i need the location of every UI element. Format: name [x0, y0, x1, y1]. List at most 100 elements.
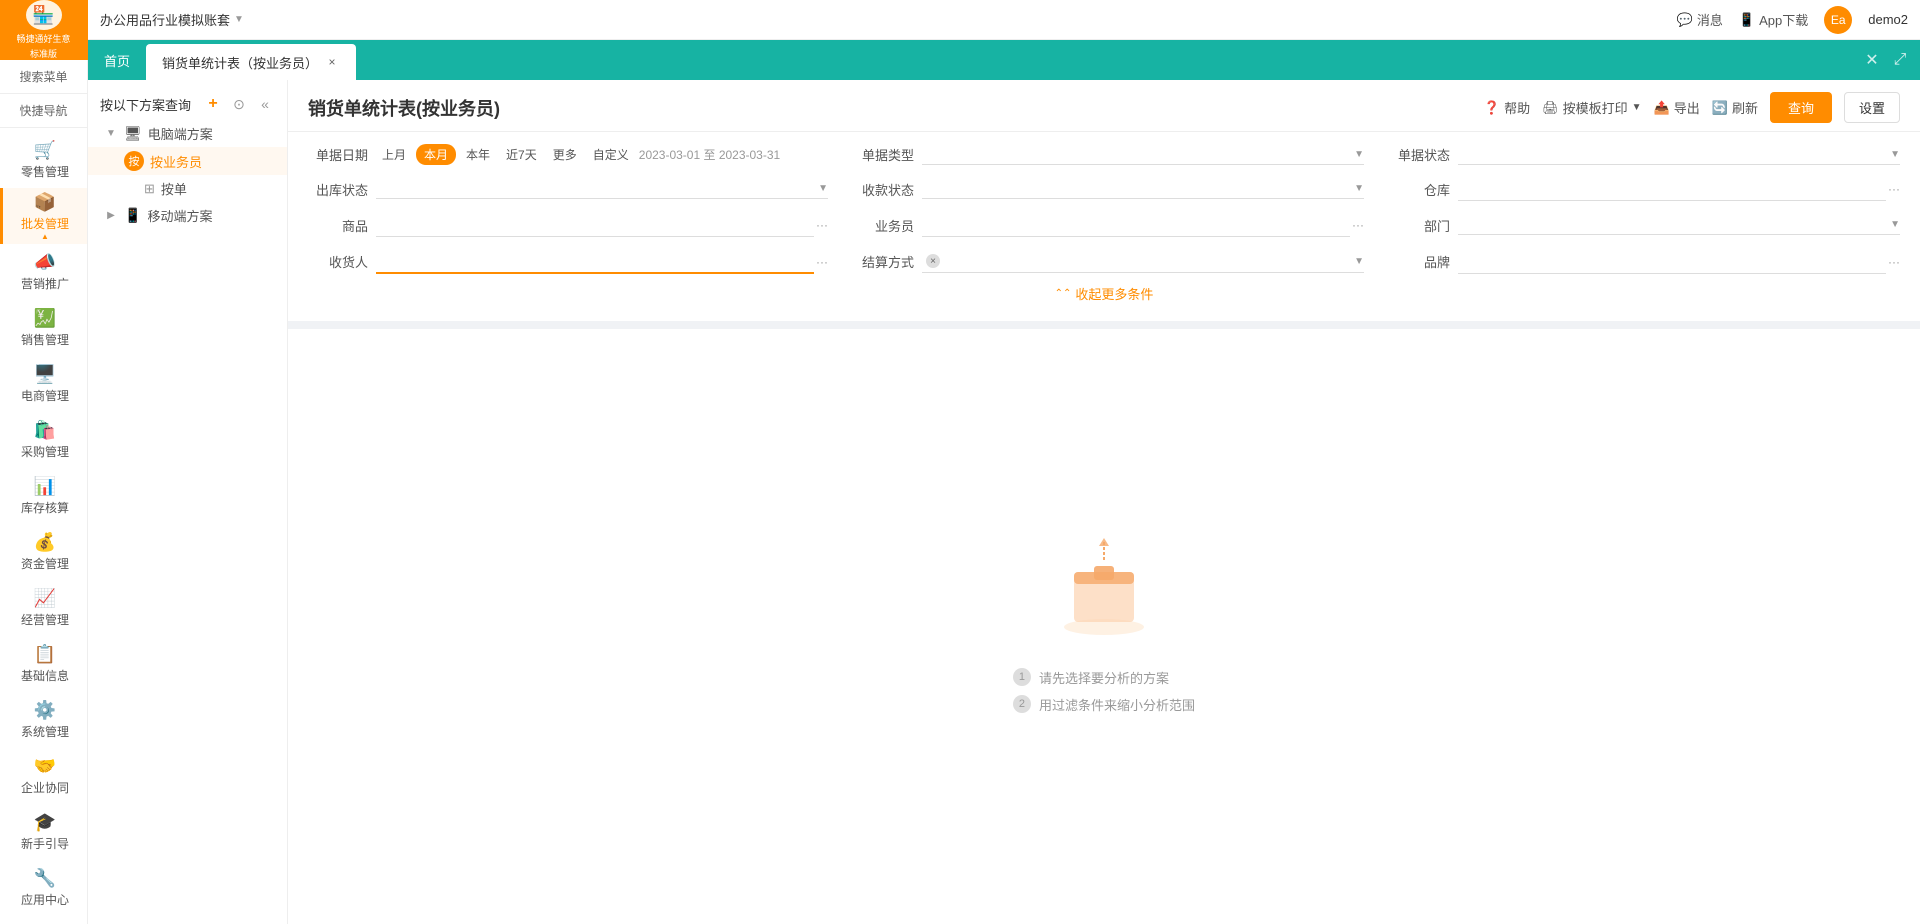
sidebar-item-appstore[interactable]: 🔧 应用中心 — [0, 860, 87, 916]
date-tab-7days[interactable]: 近7天 — [500, 144, 543, 165]
operation-label: 经营管理 — [21, 611, 69, 628]
stock-status-label: 出库状态 — [308, 180, 368, 199]
tab-close-btn[interactable]: × — [324, 54, 340, 70]
order-type-label: 单据类型 — [844, 145, 914, 164]
template-print-btn[interactable]: 🖨 按模板打印 ▼ — [1542, 98, 1641, 117]
main-area: 办公用品行业模拟账套 ▼ 💬 消息 📱 App下载 Ea demo2 首页 销货… — [88, 0, 1920, 924]
sidebar-item-purchase[interactable]: 🛍️ 采购管理 — [0, 412, 87, 468]
app-download-label: App下载 — [1759, 10, 1808, 29]
date-tab-more[interactable]: 更多 — [547, 144, 583, 165]
tree-by-order[interactable]: ⊞ 按单 — [88, 175, 287, 202]
newbie-icon: 🎓 — [34, 812, 56, 833]
collapse-panel-btn[interactable]: « — [255, 94, 275, 114]
edit-scheme-btn[interactable]: ⊙ — [229, 94, 249, 114]
topbar: 办公用品行业模拟账套 ▼ 💬 消息 📱 App下载 Ea demo2 — [88, 0, 1920, 40]
sidebar-item-inventory[interactable]: 📊 库存核算 — [0, 468, 87, 524]
date-tab-last-month[interactable]: 上月 — [376, 144, 412, 165]
avatar[interactable]: Ea — [1824, 6, 1852, 34]
receiver-more-btn[interactable]: ··· — [816, 255, 828, 269]
dropdown-arrow-icon: ▼ — [234, 14, 244, 25]
sidebar-item-ecom[interactable]: 🖥️ 电商管理 — [0, 356, 87, 412]
mobile-expand-icon: ▶ — [104, 209, 118, 223]
brand-more-btn[interactable]: ··· — [1888, 255, 1900, 269]
receiver-input[interactable] — [376, 249, 814, 274]
query-btn[interactable]: 查询 — [1770, 92, 1832, 123]
tree-mobile[interactable]: ▶ 📱 移动端方案 — [88, 202, 287, 229]
export-icon: 📤 — [1654, 100, 1670, 116]
salesperson-input[interactable] — [922, 213, 1350, 237]
collapse-more-btn[interactable]: ⌃⌃ 收起更多条件 — [308, 278, 1900, 309]
salesperson-more-btn[interactable]: ··· — [1352, 218, 1364, 232]
sales-icon: 💹 — [34, 308, 56, 329]
date-tab-custom[interactable]: 自定义 — [587, 144, 635, 165]
account-dropdown[interactable]: 办公用品行业模拟账套 ▼ — [100, 10, 244, 29]
maximize-btn[interactable]: ⤢ — [1888, 48, 1912, 72]
payment-status-dropdown-icon: ▼ — [1354, 183, 1364, 194]
order-status-select[interactable]: ▼ — [1458, 145, 1900, 165]
sidebar-item-marketing[interactable]: 📣 营销推广 — [0, 244, 87, 300]
filter-row-4: 收货人 ··· 结算方式 × ▼ 品牌 — [308, 249, 1900, 274]
tab-home[interactable]: 首页 — [88, 40, 146, 80]
date-tab-this-year[interactable]: 本年 — [460, 144, 496, 165]
sidebar-item-enterprise[interactable]: 🤝 企业协同 — [0, 748, 87, 804]
settlement-field: × ▼ — [922, 250, 1364, 273]
department-dropdown-icon: ▼ — [1890, 219, 1900, 230]
order-type-select[interactable]: ▼ — [922, 145, 1364, 165]
sidebar-item-wechat[interactable]: 💬 企业微信 — [0, 916, 87, 924]
add-scheme-btn[interactable]: + — [203, 94, 223, 114]
search-menu-label[interactable]: 搜索菜单 — [0, 68, 87, 85]
sidebar-item-system[interactable]: ⚙️ 系统管理 — [0, 692, 87, 748]
close-tab-btn[interactable]: ✕ — [1860, 48, 1884, 72]
quick-nav-label[interactable]: 快捷导航 — [0, 102, 87, 119]
goods-more-btn[interactable]: ··· — [816, 218, 828, 232]
message-btn[interactable]: 💬 消息 — [1677, 10, 1723, 29]
enterprise-label: 企业协同 — [21, 779, 69, 796]
export-btn[interactable]: 📤 导出 — [1654, 98, 1700, 117]
mobile-icon: 📱 — [124, 207, 141, 224]
sidebar-item-wholesale[interactable]: 📦 批发管理 ▲ — [0, 188, 87, 244]
sidebar-item-newbie[interactable]: 🎓 新手引导 — [0, 804, 87, 860]
refresh-label: 刷新 — [1732, 98, 1758, 117]
department-select[interactable]: ▼ — [1458, 215, 1900, 235]
sidebar-item-finance[interactable]: 💰 资金管理 — [0, 524, 87, 580]
app-download-icon: 📱 — [1739, 12, 1755, 28]
sidebar-item-operation[interactable]: 📈 经营管理 — [0, 580, 87, 636]
message-label: 消息 — [1697, 10, 1723, 29]
goods-input[interactable] — [376, 213, 814, 237]
by-order-icon: ⊞ — [144, 181, 155, 197]
tabbar-actions: ✕ ⤢ — [1860, 48, 1920, 72]
finance-icon: 💰 — [34, 532, 56, 553]
wholesale-icon: 📦 — [34, 192, 56, 213]
warehouse-input[interactable] — [1458, 177, 1886, 201]
sidebar-item-basic[interactable]: 📋 基础信息 — [0, 636, 87, 692]
help-icon: ❓ — [1484, 100, 1500, 116]
help-btn[interactable]: ❓ 帮助 — [1484, 98, 1530, 117]
tree-desktop[interactable]: ▼ 🖥 电脑端方案 — [88, 120, 287, 147]
tree-by-salesperson[interactable]: 按 按业务员 — [88, 147, 287, 175]
sales-stat-tab-label: 销货单统计表（按业务员） — [162, 53, 318, 72]
settings-btn[interactable]: 设置 — [1844, 92, 1900, 123]
brand-input[interactable] — [1458, 250, 1886, 274]
date-tab-this-month[interactable]: 本月 — [416, 144, 456, 165]
settlement-clear-btn[interactable]: × — [926, 254, 940, 268]
home-tab-label: 首页 — [104, 51, 130, 70]
wholesale-label: 批发管理 — [21, 215, 69, 232]
page-header: 销货单统计表(按业务员) ❓ 帮助 🖨 按模板打印 ▼ 📤 导出 — [288, 80, 1920, 132]
tab-sales-stat[interactable]: 销货单统计表（按业务员） × — [146, 44, 356, 80]
sidebar-search-area[interactable]: 搜索菜单 — [0, 60, 87, 94]
payment-status-select[interactable]: ▼ — [922, 179, 1364, 199]
refresh-btn[interactable]: 🔄 刷新 — [1712, 98, 1758, 117]
filter-area: 单据日期 上月 本月 本年 近7天 更多 自定义 2023-03-01 至 20… — [288, 132, 1920, 321]
brand-label: 品牌 — [1380, 252, 1450, 271]
collapse-label: 收起更多条件 — [1075, 284, 1153, 303]
quick-nav-area[interactable]: 快捷导航 — [0, 94, 87, 128]
app-name: 畅捷通好生意 — [16, 32, 70, 45]
sidebar-item-retail[interactable]: 🛒 零售管理 — [0, 132, 87, 188]
warehouse-more-btn[interactable]: ··· — [1888, 182, 1900, 196]
app-download-btn[interactable]: 📱 App下载 — [1739, 10, 1808, 29]
app-sub-label: 标准版 — [30, 47, 57, 60]
marketing-icon: 📣 — [34, 252, 56, 273]
stock-status-select[interactable]: ▼ — [376, 179, 828, 199]
date-label: 单据日期 — [308, 145, 368, 164]
sidebar-item-sales[interactable]: 💹 销售管理 — [0, 300, 87, 356]
